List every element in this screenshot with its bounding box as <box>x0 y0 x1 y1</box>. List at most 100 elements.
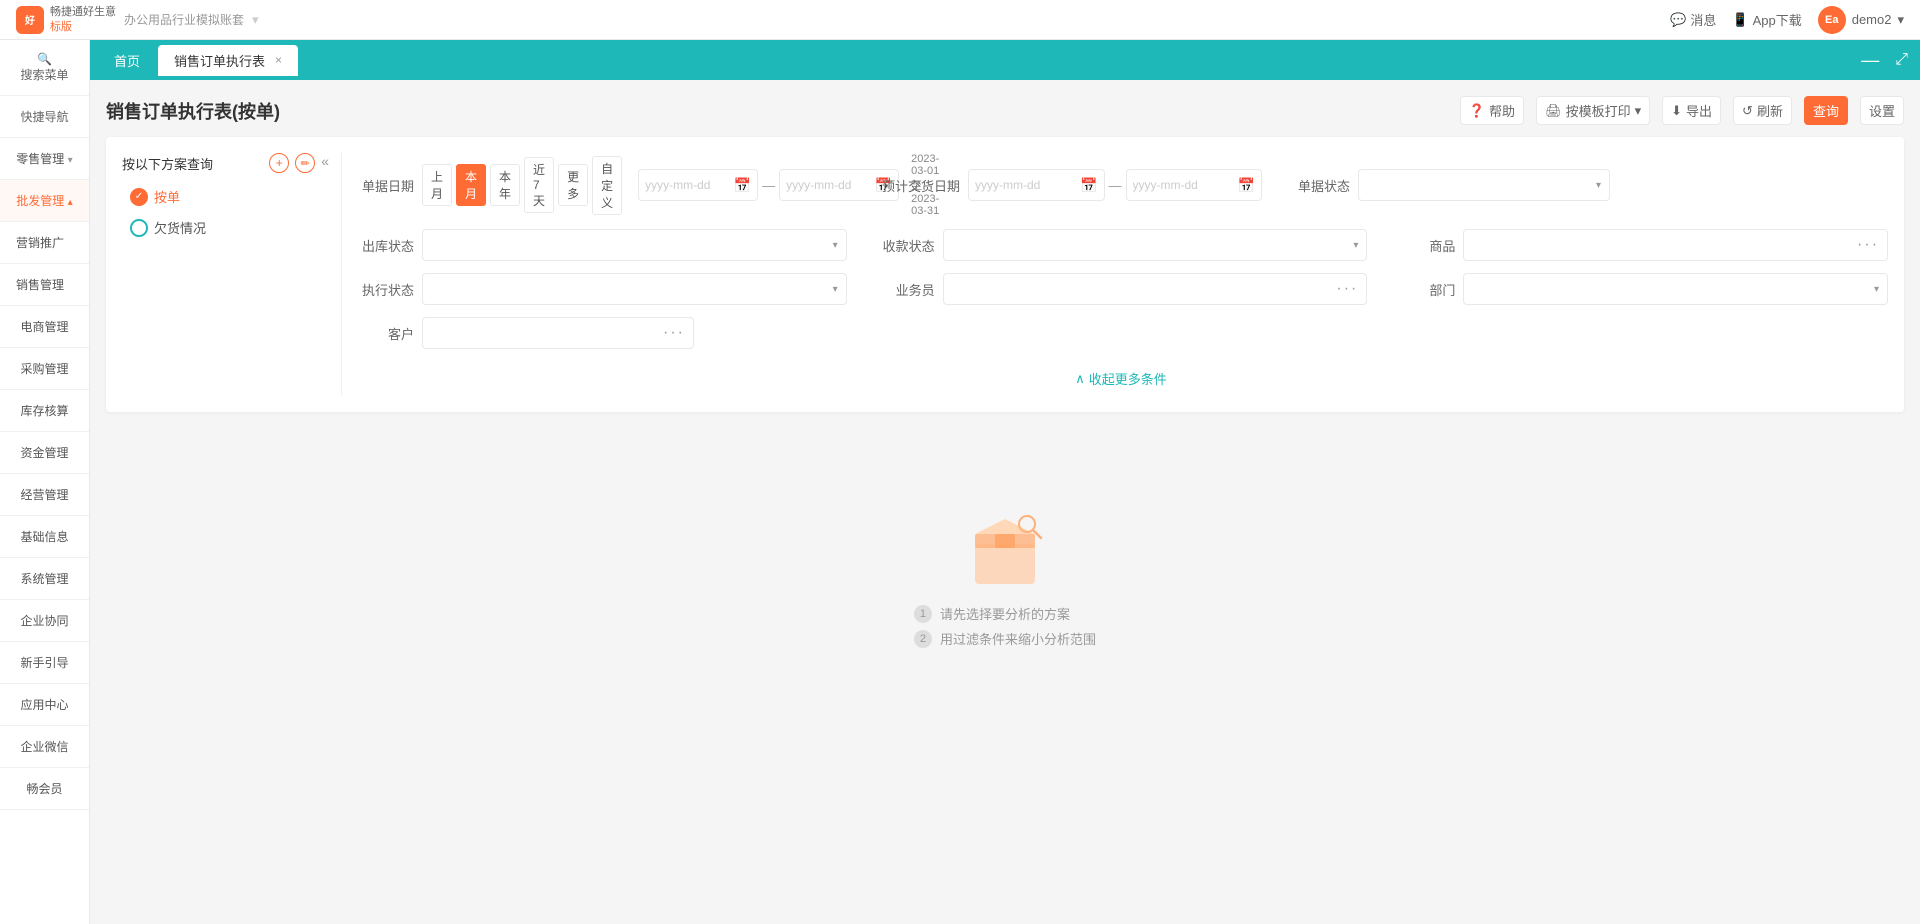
sidebar-item-purchase[interactable]: 采购管理 <box>0 348 89 390</box>
export-icon: ⬇ <box>1671 103 1682 119</box>
sidebar-item-operations[interactable]: 经营管理 <box>0 474 89 516</box>
date-btn-this-month[interactable]: 本月 <box>456 164 486 206</box>
sidebar-item-search[interactable]: 🔍 搜索菜单 <box>0 40 89 96</box>
filter-field-exec-status: 执行状态 ▾ <box>354 273 847 305</box>
filter-field-department: 部门 ▾ <box>1395 273 1888 305</box>
hint-num-1: 1 <box>914 605 932 623</box>
department-label: 部门 <box>1395 280 1455 299</box>
message-btn[interactable]: 💬 消息 <box>1670 10 1716 29</box>
payment-status-select[interactable]: ▾ <box>943 229 1368 261</box>
filter-field-status: 单据状态 ▾ <box>1290 169 1610 201</box>
filter-field-customer: 客户 ··· <box>354 317 694 349</box>
customer-input[interactable]: ··· <box>422 317 694 349</box>
collapse-more-btn[interactable]: ∧ 收起更多条件 <box>354 361 1888 396</box>
filter-option-debt[interactable]: 欠货情况 <box>122 212 329 243</box>
empty-hint-2: 2 用过滤条件来缩小分析范围 <box>914 629 1096 648</box>
sidebar-item-sales[interactable]: 销售管理 <box>0 264 89 306</box>
customer-more-icon[interactable]: ··· <box>663 324 685 342</box>
filter-edit-icon[interactable]: ✏ <box>295 153 315 173</box>
expected-end-calendar-icon: 📅 <box>1238 177 1255 194</box>
sidebar-item-retail[interactable]: 零售管理 ▾ <box>0 138 89 180</box>
status-select[interactable]: ▾ <box>1358 169 1610 201</box>
date-btn-7days[interactable]: 近7天 <box>524 157 554 213</box>
date-range-input: 📅 — 📅 <box>638 169 899 201</box>
payment-status-label: 收款状态 <box>875 236 935 255</box>
help-icon: ❓ <box>1469 103 1485 119</box>
app-download-btn[interactable]: 📱 App下载 <box>1732 10 1801 29</box>
dropdown-icon[interactable]: ▾ <box>252 12 259 28</box>
sidebar-item-wechat[interactable]: 企业微信 <box>0 726 89 768</box>
tab-maximize-icon[interactable]: ⤢ <box>1891 47 1912 73</box>
date-btn-more[interactable]: 更多 <box>558 164 588 206</box>
avatar: Ea <box>1818 6 1846 34</box>
tab-home[interactable]: 首页 <box>98 45 156 76</box>
export-btn[interactable]: ⬇ 导出 <box>1662 96 1721 125</box>
salesperson-more-icon[interactable]: ··· <box>1336 280 1358 298</box>
date-quick-btns: 上月 本月 本年 近7天 更多 自定义 <box>422 156 622 215</box>
empty-hint-1: 1 请先选择要分析的方案 <box>914 604 1096 623</box>
sidebar-item-apps[interactable]: 应用中心 <box>0 684 89 726</box>
print-btn[interactable]: 🖨 按模板打印 ▾ <box>1536 96 1650 125</box>
date-btn-custom[interactable]: 自定义 <box>592 156 622 215</box>
filter-collapse-icon[interactable]: « <box>321 153 329 173</box>
expected-date-end-field[interactable] <box>1133 178 1234 192</box>
tab-sales-order[interactable]: 销售订单执行表 × <box>158 45 298 76</box>
goods-input[interactable]: ··· <box>1463 229 1888 261</box>
sidebar-item-marketing[interactable]: 营销推广 <box>0 222 89 264</box>
sidebar-item-wholesale[interactable]: 批发管理 ▴ <box>0 180 89 222</box>
refresh-btn[interactable]: ↺ 刷新 <box>1733 96 1792 125</box>
print-icon: 🖨 <box>1545 103 1562 119</box>
filter-scheme-title: 按以下方案查询 + ✏ « <box>122 153 329 173</box>
ship-status-select[interactable]: ▾ <box>422 229 847 261</box>
query-btn[interactable]: 查询 <box>1804 96 1848 125</box>
tab-close-icon[interactable]: × <box>275 53 282 67</box>
filter-actions-icons: + ✏ « <box>269 153 329 173</box>
department-select[interactable]: ▾ <box>1463 273 1888 305</box>
top-bar-right: 💬 消息 📱 App下载 Ea demo2 ▾ <box>1670 6 1904 34</box>
sidebar-item-basic[interactable]: 基础信息 <box>0 516 89 558</box>
tab-minimize-icon[interactable]: — <box>1857 46 1883 75</box>
page-actions: ❓ 帮助 🖨 按模板打印 ▾ ⬇ 导出 ↺ <box>1460 96 1904 125</box>
expected-date-start[interactable]: 📅 <box>968 169 1105 201</box>
search-icon: 🔍 <box>37 52 52 66</box>
sidebar-item-newbie[interactable]: 新手引导 <box>0 642 89 684</box>
refresh-icon: ↺ <box>1742 103 1753 119</box>
sidebar-item-enterprise[interactable]: 企业协同 <box>0 600 89 642</box>
exec-status-select[interactable]: ▾ <box>422 273 847 305</box>
date-btn-last-month[interactable]: 上月 <box>422 164 452 206</box>
help-btn[interactable]: ❓ 帮助 <box>1460 96 1524 125</box>
filter-add-icon[interactable]: + <box>269 153 289 173</box>
date-btn-this-year[interactable]: 本年 <box>490 164 520 206</box>
goods-more-icon[interactable]: ··· <box>1857 236 1879 254</box>
sidebar-item-ecommerce[interactable]: 电商管理 <box>0 306 89 348</box>
sidebar-item-quick-nav[interactable]: 快捷导航 <box>0 96 89 138</box>
filter-row-4: 客户 ··· <box>354 317 1888 349</box>
date-end-field[interactable] <box>786 178 871 192</box>
expected-date-start-field[interactable] <box>975 178 1076 192</box>
date-start-field[interactable] <box>645 178 730 192</box>
print-dropdown-icon: ▾ <box>1635 103 1642 119</box>
payment-status-select-arrow: ▾ <box>1353 240 1358 251</box>
sidebar-item-finance[interactable]: 资金管理 <box>0 432 89 474</box>
date-start-input[interactable]: 📅 <box>638 169 758 201</box>
filter-option-by-order[interactable]: ✓ 按单 <box>122 181 329 212</box>
app-logo-text: 畅捷通好生意 标版 <box>50 5 116 34</box>
hint-num-2: 2 <box>914 630 932 648</box>
sidebar-item-inventory[interactable]: 库存核算 <box>0 390 89 432</box>
filter-option-dot-debt <box>130 219 148 237</box>
message-icon: 💬 <box>1670 12 1686 28</box>
expected-start-calendar-icon: 📅 <box>1080 177 1097 194</box>
empty-illustration <box>955 504 1055 584</box>
expected-date-label: 预计交货日期 <box>882 176 960 195</box>
sidebar-item-system[interactable]: 系统管理 <box>0 558 89 600</box>
sidebar-item-member[interactable]: 畅会员 <box>0 768 89 810</box>
expected-date-end[interactable]: 📅 <box>1126 169 1263 201</box>
salesperson-input[interactable]: ··· <box>943 273 1368 305</box>
page-title: 销售订单执行表(按单) <box>106 98 280 124</box>
customer-label: 客户 <box>354 324 414 343</box>
download-icon: 📱 <box>1732 12 1748 28</box>
ship-status-label: 出库状态 <box>354 236 414 255</box>
filter-field-date: 单据日期 上月 本月 本年 近7天 更多 自定义 <box>354 153 854 217</box>
settings-btn[interactable]: 设置 <box>1860 96 1904 125</box>
user-menu-btn[interactable]: Ea demo2 ▾ <box>1818 6 1904 34</box>
